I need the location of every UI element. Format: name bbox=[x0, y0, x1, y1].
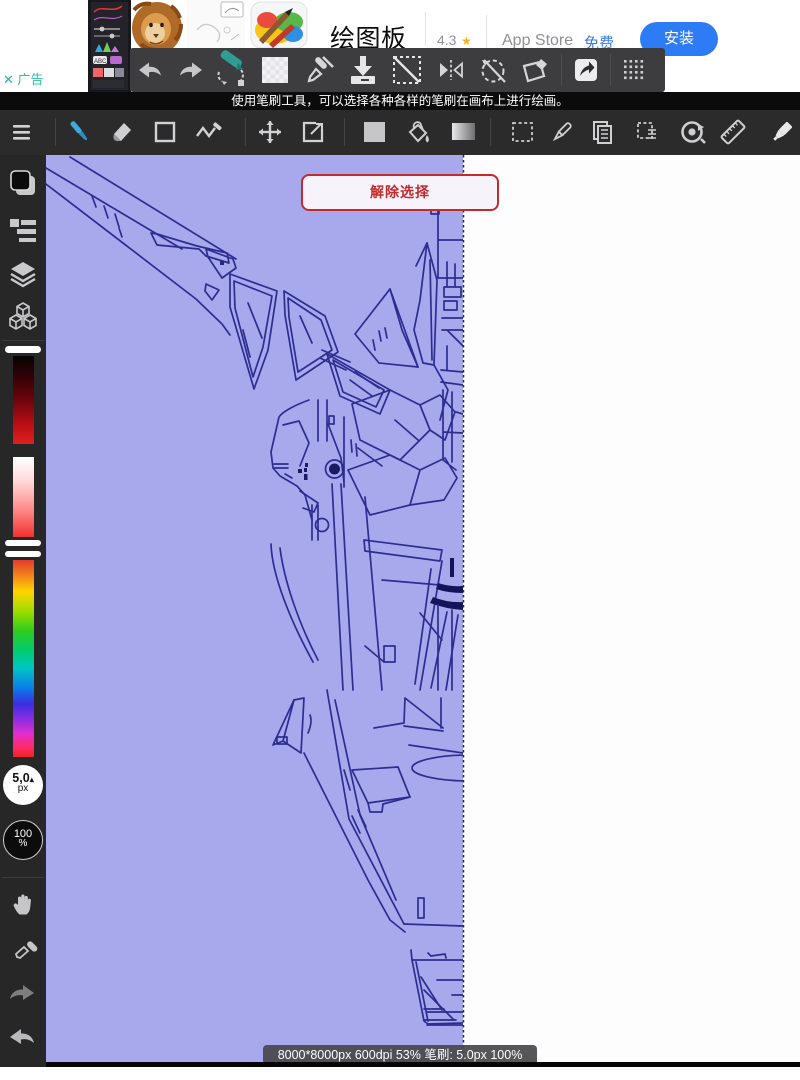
svg-text:ABC: ABC bbox=[94, 59, 107, 65]
